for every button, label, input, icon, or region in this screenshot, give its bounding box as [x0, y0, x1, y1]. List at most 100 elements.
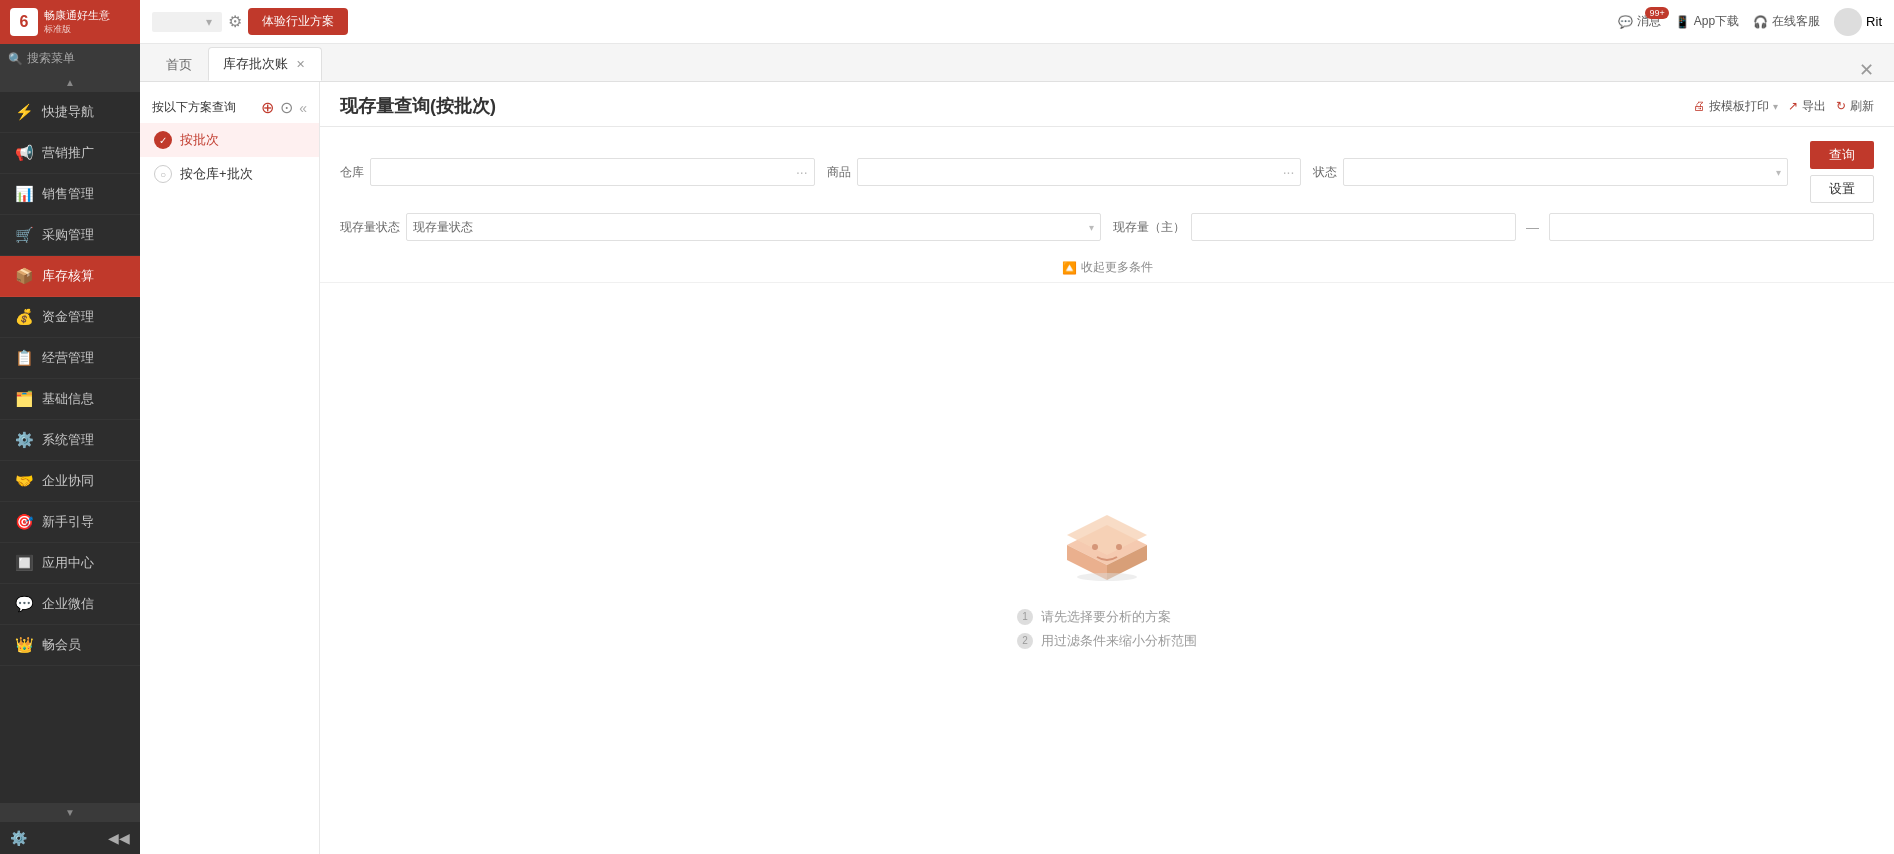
topbar-left: ▾ ⚙ 体验行业方案	[152, 8, 1608, 35]
sidebar-item-label: 畅会员	[42, 636, 81, 654]
step1-num: 1	[1017, 609, 1033, 625]
qty-status-select[interactable]: 现存量状态 ▾	[406, 213, 1101, 241]
finance-icon: 💰	[14, 308, 34, 326]
enterprise-icon: 🤝	[14, 472, 34, 490]
qty-status-filter-cell: 现存量状态 现存量状态 ▾	[340, 213, 1101, 241]
refresh-label: 刷新	[1850, 98, 1874, 115]
collapse-label: 收起更多条件	[1081, 259, 1153, 276]
export-btn[interactable]: ↗ 导出	[1788, 98, 1826, 115]
plan-item-batch[interactable]: ✓ 按批次	[140, 123, 319, 157]
plan-item-warehouse-batch[interactable]: ○ 按仓库+批次	[140, 157, 319, 191]
print-label: 按模板打印	[1709, 98, 1769, 115]
warehouse-dots[interactable]: ···	[796, 164, 808, 180]
message-icon: 💬	[1618, 15, 1633, 29]
sidebar-item-purchase[interactable]: 🛒 采购管理	[0, 215, 140, 256]
settings-button[interactable]: 设置	[1810, 175, 1874, 203]
sidebar-item-guide[interactable]: 🎯 新手引导	[0, 502, 140, 543]
warehouse-field[interactable]: ···	[370, 158, 815, 186]
search-icon: 🔍	[8, 52, 23, 66]
breadcrumb: ▾	[152, 12, 222, 32]
sidebar-item-apps[interactable]: 🔲 应用中心	[0, 543, 140, 584]
left-panel-header: 按以下方案查询 ⊕ ⊙ «	[140, 92, 319, 123]
inventory-icon: 📦	[14, 267, 34, 285]
qty-status-caret-icon: ▾	[1089, 222, 1094, 233]
topbar-gear-icon[interactable]: ⚙	[228, 12, 242, 31]
shortcut-icon: ⚡	[14, 103, 34, 121]
sidebar-item-sales[interactable]: 📊 销售管理	[0, 174, 140, 215]
product-input[interactable]	[864, 165, 1279, 179]
sidebar-item-member[interactable]: 👑 畅会员	[0, 625, 140, 666]
step2-text: 用过滤条件来缩小分析范围	[1041, 632, 1197, 650]
collapse-sidebar-icon[interactable]: ◀◀	[108, 830, 130, 846]
online-service-btn[interactable]: 🎧 在线客服	[1753, 13, 1820, 30]
settings-footer-icon[interactable]: ⚙️	[10, 830, 27, 846]
print-btn[interactable]: 🖨 按模板打印 ▾	[1693, 98, 1778, 115]
warehouse-input[interactable]	[377, 165, 792, 179]
print-chevron-icon: ▾	[1773, 101, 1778, 112]
app-download-btn[interactable]: 📱 App下载	[1675, 13, 1739, 30]
sidebar-item-label: 系统管理	[42, 431, 94, 449]
close-tab-icon[interactable]: ✕	[294, 58, 307, 71]
tabs-bar: 首页 库存批次账 ✕ ✕	[140, 44, 1894, 82]
sidebar-item-finance[interactable]: 💰 资金管理	[0, 297, 140, 338]
status-select[interactable]: ▾	[1343, 158, 1788, 186]
search-label: 搜索菜单	[27, 50, 75, 67]
sidebar-item-shortcut[interactable]: ⚡ 快捷导航	[0, 92, 140, 133]
tab-home[interactable]: 首页	[152, 49, 206, 81]
topbar-right: 💬 消息 99+ 📱 App下载 🎧 在线客服 Rit	[1618, 8, 1882, 36]
title-actions: 🖨 按模板打印 ▾ ↗ 导出 ↻ 刷新	[1693, 98, 1874, 115]
user-profile[interactable]: Rit	[1834, 8, 1882, 36]
qty-main-label: 现存量（主）	[1113, 219, 1185, 236]
qty-max-input[interactable]	[1549, 213, 1874, 241]
sidebar-scroll-up[interactable]: ▲	[0, 73, 140, 92]
warehouse-filter-cell: 仓库 ···	[340, 158, 815, 186]
filter-container: 仓库 ··· 商品 ···	[320, 127, 1894, 283]
sidebar-item-inventory[interactable]: 📦 库存核算	[0, 256, 140, 297]
sidebar-item-marketing[interactable]: 📢 营销推广	[0, 133, 140, 174]
tab-inventory-batch[interactable]: 库存批次账 ✕	[208, 47, 322, 81]
inventory-batch-tab-label: 库存批次账	[223, 55, 288, 73]
left-panel-title: 按以下方案查询	[152, 99, 236, 116]
sidebar-nav: ⚡ 快捷导航 📢 营销推广 📊 销售管理 🛒 采购管理 📦 库存核算 💰 资金管…	[0, 92, 140, 803]
purchase-icon: 🛒	[14, 226, 34, 244]
marketing-icon: 📢	[14, 144, 34, 162]
system-icon: ⚙️	[14, 431, 34, 449]
svg-point-4	[1092, 544, 1098, 550]
messages-btn[interactable]: 💬 消息 99+	[1618, 13, 1661, 30]
home-tab-label: 首页	[166, 56, 192, 74]
step1-text: 请先选择要分析的方案	[1041, 608, 1171, 626]
qty-range-dash: —	[1522, 220, 1543, 235]
sidebar-item-enterprise[interactable]: 🤝 企业协同	[0, 461, 140, 502]
app-logo: 6	[10, 8, 38, 36]
topbar: ▾ ⚙ 体验行业方案 💬 消息 99+ 📱 App下载 🎧 在线客服 Rit	[140, 0, 1894, 44]
empty-illustration	[1047, 485, 1167, 585]
sidebar-item-system[interactable]: ⚙️ 系统管理	[0, 420, 140, 461]
svg-point-6	[1077, 573, 1137, 581]
query-button[interactable]: 查询	[1810, 141, 1874, 169]
product-filter-label: 商品	[827, 164, 851, 181]
empty-step-2: 2 用过滤条件来缩小分析范围	[1017, 629, 1197, 653]
close-panel-icon[interactable]: ✕	[1851, 59, 1882, 81]
product-dots[interactable]: ···	[1283, 164, 1295, 180]
sidebar-search[interactable]: 🔍 搜索菜单	[0, 44, 140, 73]
collapse-left-panel-icon[interactable]: «	[299, 100, 307, 116]
sidebar-item-wechat[interactable]: 💬 企业微信	[0, 584, 140, 625]
empty-step-1: 1 请先选择要分析的方案	[1017, 605, 1197, 629]
sidebar-item-label: 营销推广	[42, 144, 94, 162]
sidebar-scroll-down[interactable]: ▼	[0, 803, 140, 822]
export-icon: ↗	[1788, 99, 1798, 113]
qty-min-input[interactable]	[1191, 213, 1516, 241]
manage-plans-icon[interactable]: ⊙	[280, 98, 293, 117]
sidebar-item-operations[interactable]: 📋 经营管理	[0, 338, 140, 379]
add-plan-icon[interactable]: ⊕	[261, 98, 274, 117]
empty-steps-list: 1 请先选择要分析的方案 2 用过滤条件来缩小分析范围	[1017, 605, 1197, 653]
refresh-btn[interactable]: ↻ 刷新	[1836, 98, 1874, 115]
product-field[interactable]: ···	[857, 158, 1302, 186]
brand-name: 畅康通好生意	[44, 8, 110, 22]
sidebar-item-basic[interactable]: 🗂️ 基础信息	[0, 379, 140, 420]
basic-icon: 🗂️	[14, 390, 34, 408]
plan-icon-warehouse: ○	[154, 165, 172, 183]
empty-svg	[1047, 485, 1167, 585]
trial-btn[interactable]: 体验行业方案	[248, 8, 348, 35]
collapse-filters-btn[interactable]: 🔼 收起更多条件	[320, 253, 1894, 282]
